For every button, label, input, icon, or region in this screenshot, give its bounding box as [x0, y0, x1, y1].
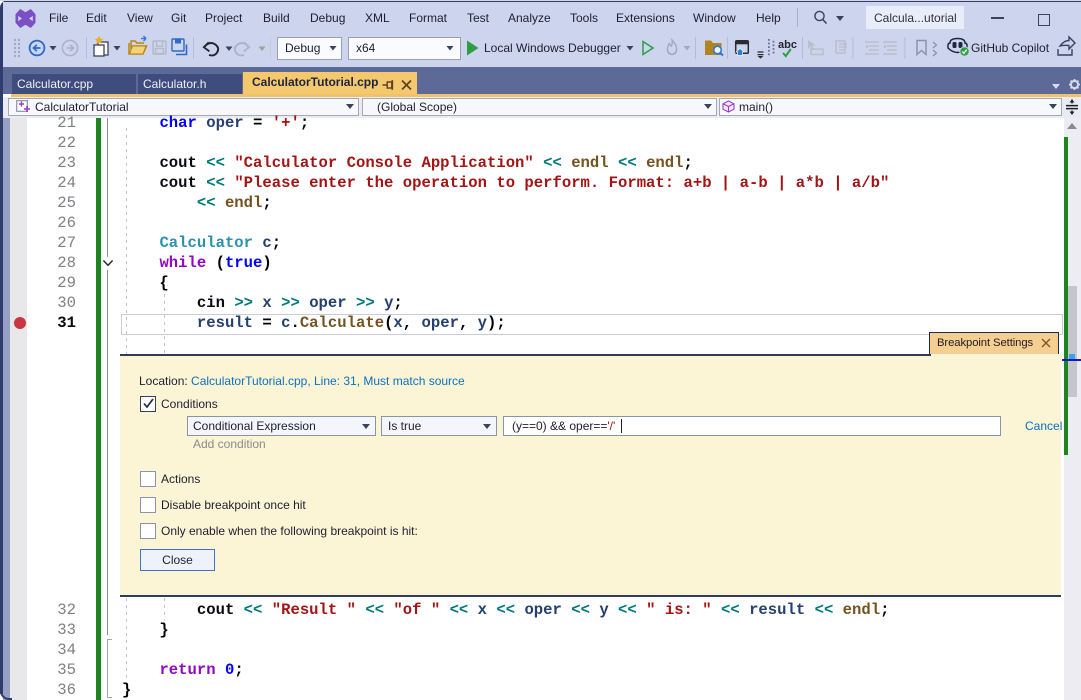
- svg-text:abc: abc: [778, 39, 797, 51]
